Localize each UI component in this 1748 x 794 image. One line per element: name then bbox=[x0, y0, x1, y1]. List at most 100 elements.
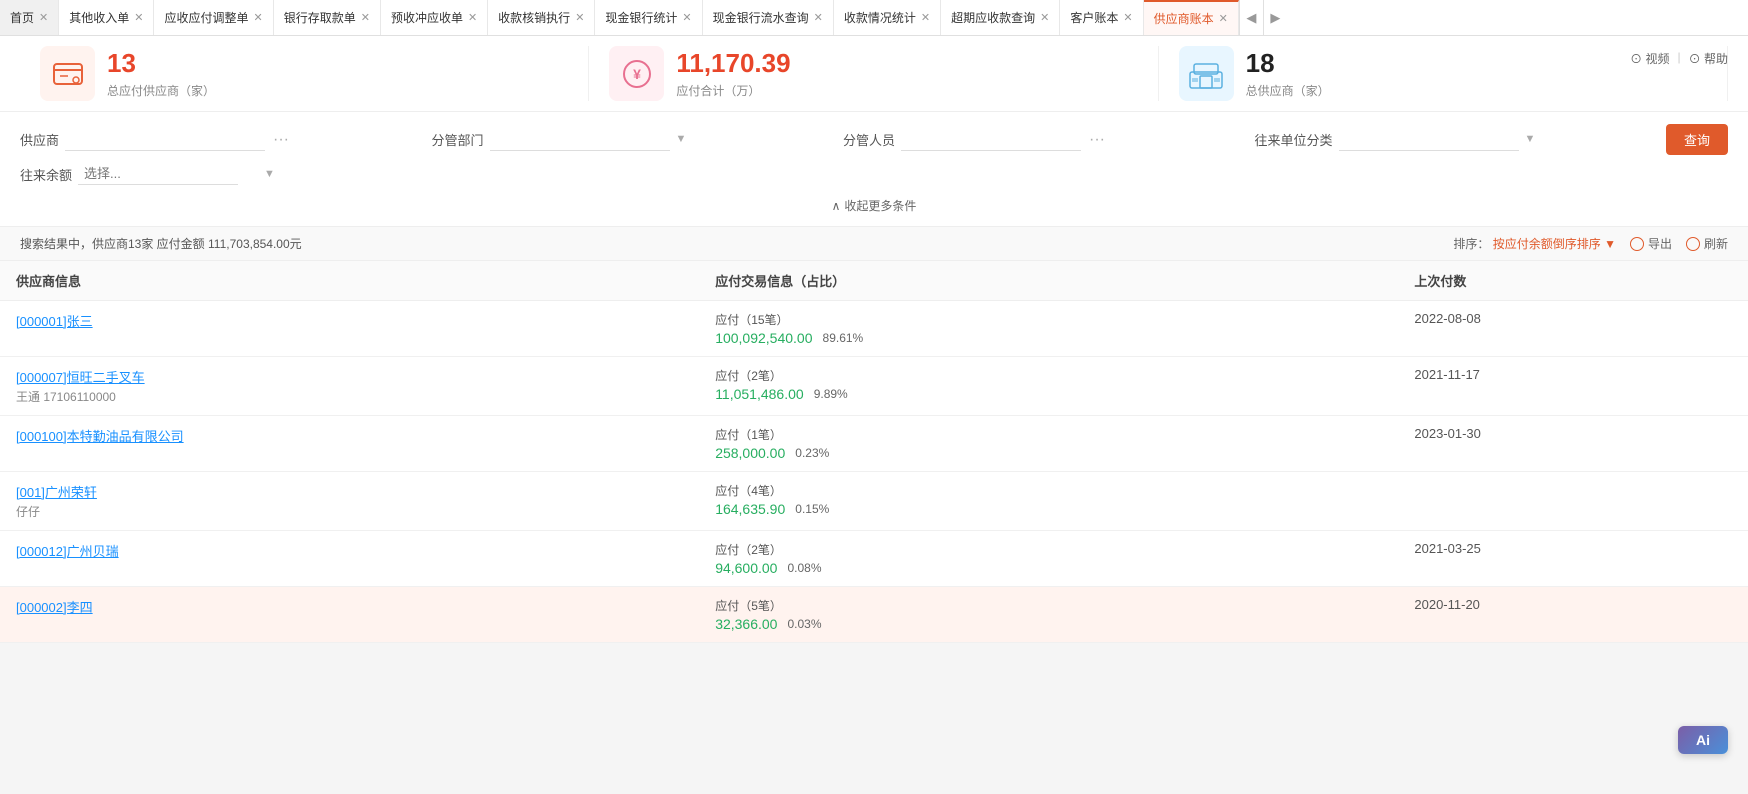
amount-value[interactable]: 11,051,486.00 bbox=[715, 386, 804, 402]
filter-supplier: 供应商 ··· bbox=[20, 129, 416, 151]
nav-tab-cash-stat[interactable]: 现金银行统计 ✕ bbox=[595, 0, 702, 35]
payable-suppliers-label: 总应付供应商（家） bbox=[107, 82, 215, 99]
filter-category-select[interactable]: ▼ bbox=[1339, 129, 1519, 151]
table-row: [000012]广州贝瑞应付（2笔）94,600.000.08%2021-03-… bbox=[0, 531, 1748, 587]
last-date-cell: 2023-01-30 bbox=[1398, 416, 1748, 472]
amount-value[interactable]: 258,000.00 bbox=[715, 445, 785, 461]
table-row: [000002]李四应付（5笔）32,366.000.03%2020-11-20 bbox=[0, 587, 1748, 643]
supplier-link[interactable]: [001]广州荣轩 bbox=[16, 485, 97, 500]
amount-value[interactable]: 100,092,540.00 bbox=[715, 330, 812, 346]
tx-label: 应付（1笔） bbox=[715, 426, 1382, 443]
summary-bar: 13 总应付供应商（家） ¥ 11,170.39 应付合计（万） bbox=[0, 36, 1748, 112]
collapse-button[interactable]: ∧ 收起更多条件 bbox=[20, 193, 1728, 218]
filter-dept-select[interactable]: ▼ bbox=[490, 129, 670, 151]
supplier-info-cell: [000002]李四 bbox=[0, 587, 699, 643]
nav-tab-cash-flow-label: 现金银行流水查询 bbox=[713, 9, 809, 26]
supplier-link[interactable]: [000001]张三 bbox=[16, 314, 93, 329]
nav-tab-overdue-close[interactable]: ✕ bbox=[1040, 11, 1049, 24]
nav-tab-collection[interactable]: 收款核销执行 ✕ bbox=[488, 0, 595, 35]
nav-tab-prepay-close[interactable]: ✕ bbox=[468, 11, 477, 24]
supplier-info-cell: [001]广州荣轩仔仔 bbox=[0, 472, 699, 531]
last-date-cell: 2021-11-17 bbox=[1398, 357, 1748, 416]
refresh-button[interactable]: 刷新 bbox=[1686, 235, 1728, 252]
last-date-cell: 2021-03-25 bbox=[1398, 531, 1748, 587]
summary-item-payable-suppliers: 13 总应付供应商（家） bbox=[20, 46, 589, 101]
refresh-label: 刷新 bbox=[1704, 235, 1728, 252]
nav-tab-supplier-ledger-close[interactable]: ✕ bbox=[1219, 12, 1228, 25]
nav-tab-cash-flow[interactable]: 现金银行流水查询 ✕ bbox=[703, 0, 834, 35]
nav-tab-home-close[interactable]: ✕ bbox=[39, 11, 48, 24]
export-button[interactable]: 导出 bbox=[1630, 235, 1672, 252]
last-date-cell bbox=[1398, 472, 1748, 531]
supplier-link[interactable]: [000012]广州贝瑞 bbox=[16, 544, 119, 559]
top-navigation: 首页 ✕ 其他收入单 ✕ 应收应付调整单 ✕ 银行存取款单 ✕ 预收冲应收单 ✕… bbox=[0, 0, 1748, 36]
supplier-link[interactable]: [000100]本特勤油品有限公司 bbox=[16, 429, 184, 444]
filter-supplier-label: 供应商 bbox=[20, 130, 59, 149]
nav-arrow-left[interactable]: ◀ bbox=[1239, 0, 1263, 36]
nav-tab-ap-adjust-close[interactable]: ✕ bbox=[253, 11, 262, 24]
last-date-cell: 2022-08-08 bbox=[1398, 301, 1748, 357]
nav-tab-cash-stat-close[interactable]: ✕ bbox=[682, 11, 691, 24]
nav-tab-ap-adjust-label: 应收应付调整单 bbox=[164, 9, 248, 26]
help-link[interactable]: ⊙ 帮助 bbox=[1689, 50, 1728, 67]
amount-value[interactable]: 94,600.00 bbox=[715, 560, 777, 576]
filter-dept-chevron-icon: ▼ bbox=[676, 133, 687, 145]
table-row: [000001]张三 应付（15笔） 100,092,540.00 89.61% 202… bbox=[0, 301, 1748, 357]
ai-button-label: Ai bbox=[1696, 732, 1710, 748]
filter-supplier-input[interactable] bbox=[65, 129, 265, 151]
nav-tab-supplier-ledger[interactable]: 供应商账本 ✕ bbox=[1144, 0, 1239, 35]
nav-tab-home[interactable]: 首页 ✕ bbox=[0, 0, 59, 35]
col-header-tx: 应付交易信息（占比） bbox=[699, 261, 1398, 301]
supplier-info-cell: [000012]广州贝瑞 bbox=[0, 531, 699, 587]
sort-value[interactable]: 按应付余额倒序排序 ▼ bbox=[1493, 237, 1616, 251]
filter-balance-input[interactable] bbox=[84, 166, 260, 181]
nav-tab-receipt-stat-close[interactable]: ✕ bbox=[921, 11, 930, 24]
tx-label: 应付（2笔） bbox=[715, 541, 1382, 558]
nav-tab-bank-deposit[interactable]: 银行存取款单 ✕ bbox=[274, 0, 381, 35]
nav-tab-prepay[interactable]: 预收冲应收单 ✕ bbox=[381, 0, 488, 35]
nav-tab-other-income[interactable]: 其他收入单 ✕ bbox=[59, 0, 154, 35]
filter-person-dots[interactable]: ··· bbox=[1089, 131, 1105, 149]
nav-tab-cash-flow-close[interactable]: ✕ bbox=[814, 11, 823, 24]
nav-tab-ap-adjust[interactable]: 应收应付调整单 ✕ bbox=[154, 0, 273, 35]
nav-tab-prepay-label: 预收冲应收单 bbox=[391, 9, 463, 26]
filter-person-input[interactable] bbox=[901, 129, 1081, 151]
nav-tab-overdue[interactable]: 超期应收款查询 ✕ bbox=[941, 0, 1060, 35]
supplier-link[interactable]: [000002]李四 bbox=[16, 600, 93, 615]
filter-dept-input[interactable] bbox=[496, 132, 672, 147]
supplier-link[interactable]: [000007]恒旺二手叉车 bbox=[16, 370, 145, 385]
nav-tab-bank-deposit-close[interactable]: ✕ bbox=[361, 11, 370, 24]
nav-tab-receipt-stat[interactable]: 收款情况统计 ✕ bbox=[834, 0, 941, 35]
export-label: 导出 bbox=[1648, 235, 1672, 252]
video-link[interactable]: ⊙ 视频 bbox=[1630, 50, 1669, 67]
total-suppliers-text: 18 总供应商（家） bbox=[1246, 48, 1330, 98]
amount-pct: 89.61% bbox=[823, 331, 864, 345]
filter-balance-select[interactable]: ▼ bbox=[78, 163, 238, 185]
nav-tab-home-label: 首页 bbox=[10, 9, 34, 26]
nav-tab-customer-ledger[interactable]: 客户账本 ✕ bbox=[1060, 0, 1143, 35]
nav-tab-receipt-stat-label: 收款情况统计 bbox=[844, 9, 916, 26]
nav-tab-other-income-close[interactable]: ✕ bbox=[134, 11, 143, 24]
amount-value[interactable]: 164,635.90 bbox=[715, 501, 785, 517]
tx-label: 应付（4笔） bbox=[715, 482, 1382, 499]
tx-label: 应付（15笔） bbox=[715, 311, 1382, 328]
tx-info-cell: 应付（4笔）164,635.900.15% bbox=[699, 472, 1398, 531]
nav-tab-customer-ledger-close[interactable]: ✕ bbox=[1123, 11, 1132, 24]
filter-row-2: 往来余额 ▼ bbox=[20, 163, 1728, 185]
nav-tab-collection-close[interactable]: ✕ bbox=[575, 11, 584, 24]
table-row: [000007]恒旺二手叉车王通 17106110000应付（2笔）11,051… bbox=[0, 357, 1748, 416]
col-header-supplier: 供应商信息 bbox=[0, 261, 699, 301]
payable-total-label: 应付合计（万） bbox=[676, 82, 790, 99]
ai-button[interactable]: Ai bbox=[1678, 726, 1728, 754]
filter-supplier-dots[interactable]: ··· bbox=[273, 131, 289, 149]
nav-arrow-right[interactable]: ▶ bbox=[1263, 0, 1287, 36]
sort-value-text: 按应付余额倒序排序 bbox=[1493, 237, 1601, 251]
filter-balance: 往来余额 ▼ bbox=[20, 163, 1728, 185]
tx-info-cell: 应付（2笔）11,051,486.009.89% bbox=[699, 357, 1398, 416]
last-date-cell: 2020-11-20 bbox=[1398, 587, 1748, 643]
query-button[interactable]: 查询 bbox=[1666, 124, 1728, 155]
filter-category-input[interactable] bbox=[1345, 132, 1521, 147]
svg-text:¥: ¥ bbox=[633, 66, 641, 82]
amount-value[interactable]: 32,366.00 bbox=[715, 616, 777, 632]
filter-person-label: 分管人员 bbox=[843, 130, 895, 149]
